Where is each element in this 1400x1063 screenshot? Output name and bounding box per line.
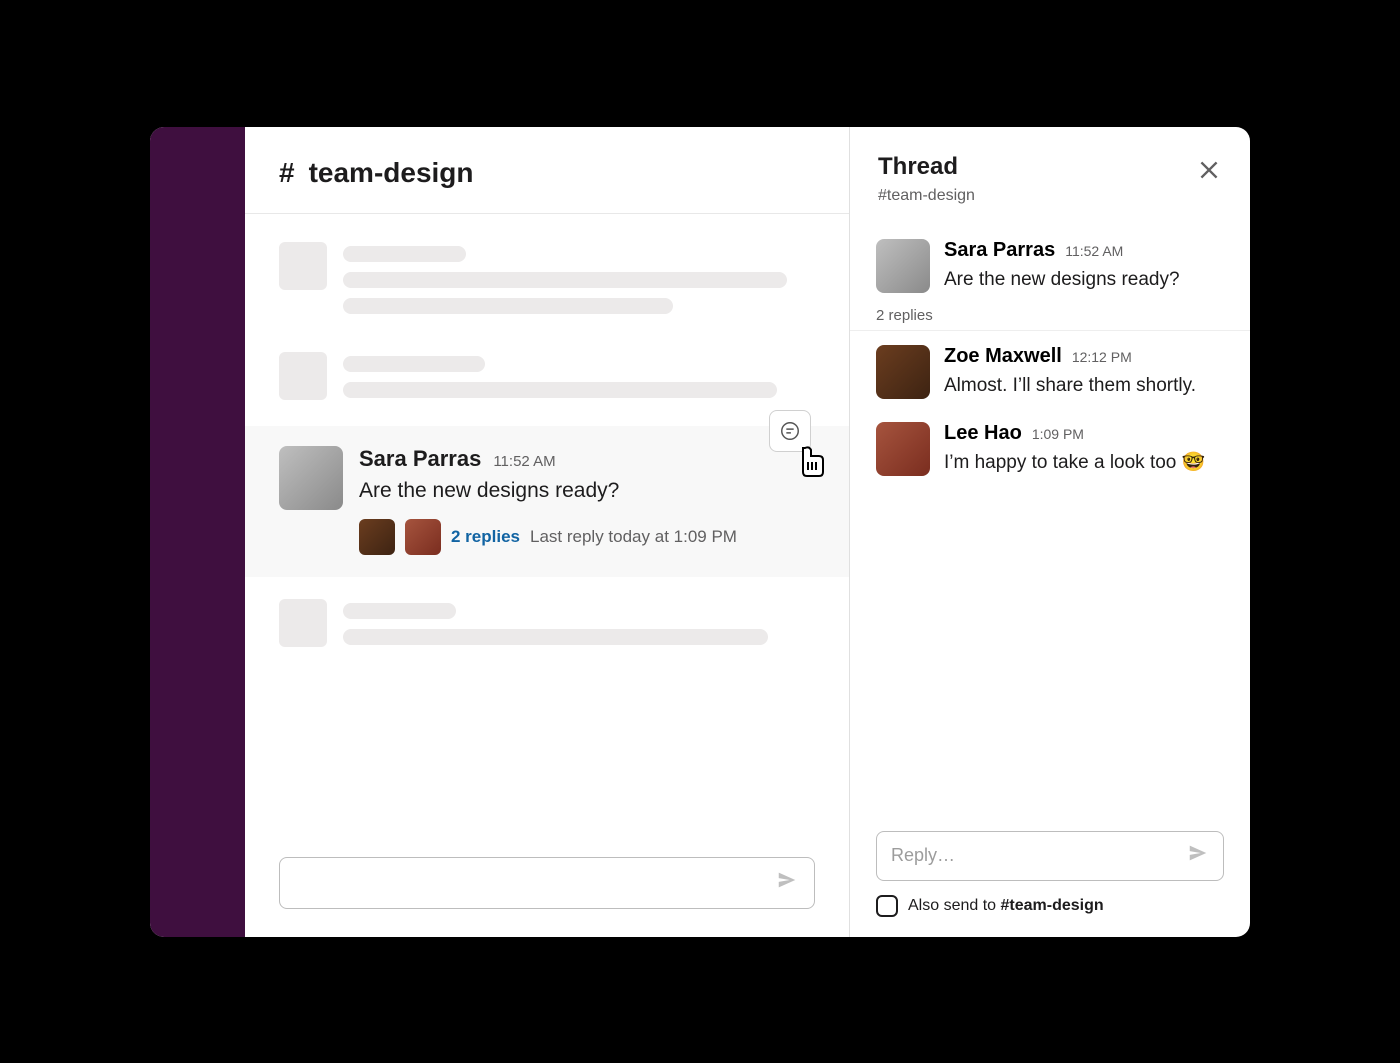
thread-header: Thread #team-design xyxy=(850,127,1250,219)
thread-channel-ref[interactable]: #team-design xyxy=(878,187,975,205)
app-window: # team-design xyxy=(150,127,1250,937)
workspace-sidebar xyxy=(150,127,245,937)
thread-message[interactable]: Lee Hao 1:09 PM I’m happy to take a look… xyxy=(850,408,1250,485)
replies-count-divider: 2 replies xyxy=(850,301,1250,331)
message-author[interactable]: Sara Parras xyxy=(359,446,481,472)
channel-column: # team-design xyxy=(245,127,850,937)
message-time: 11:52 AM xyxy=(493,453,555,470)
close-thread-button[interactable] xyxy=(1196,157,1222,183)
message-text: I’m happy to take a look too 🤓 xyxy=(944,449,1224,477)
channel-header: # team-design xyxy=(245,127,849,214)
message-author[interactable]: Sara Parras xyxy=(944,239,1055,262)
message-text: Are the new designs ready? xyxy=(944,266,1224,294)
also-send-row[interactable]: Also send to #team-design xyxy=(850,891,1250,937)
message-text: Are the new designs ready? xyxy=(359,476,815,505)
avatar[interactable] xyxy=(279,446,343,510)
channel-message[interactable]: Sara Parras 11:52 AM Are the new designs… xyxy=(245,426,849,577)
message-author[interactable]: Lee Hao xyxy=(944,422,1022,445)
also-send-label: Also send to #team-design xyxy=(908,897,1104,915)
thread-panel: Thread #team-design Sara Parras 11:52 AM… xyxy=(850,127,1250,937)
message-list: Sara Parras 11:52 AM Are the new designs… xyxy=(245,214,849,857)
last-reply-time: Last reply today at 1:09 PM xyxy=(530,527,737,547)
message-compose-box[interactable] xyxy=(279,857,815,909)
skeleton-message xyxy=(245,577,849,673)
avatar[interactable] xyxy=(876,422,930,476)
thread-message[interactable]: Sara Parras 11:52 AM Are the new designs… xyxy=(850,225,1250,302)
send-icon[interactable] xyxy=(776,869,798,896)
thread-summary[interactable]: 2 replies Last reply today at 1:09 PM xyxy=(359,519,815,555)
skeleton-message xyxy=(245,342,849,426)
pointer-cursor-icon xyxy=(791,442,831,486)
hash-icon: # xyxy=(279,157,295,189)
send-icon[interactable] xyxy=(1187,842,1209,869)
avatar[interactable] xyxy=(876,345,930,399)
thread-message[interactable]: Zoe Maxwell 12:12 PM Almost. I’ll share … xyxy=(850,331,1250,408)
thread-message-list: Sara Parras 11:52 AM Are the new designs… xyxy=(850,219,1250,817)
reply-count: 2 replies xyxy=(451,527,520,547)
avatar[interactable] xyxy=(876,239,930,293)
message-text: Almost. I’ll share them shortly. xyxy=(944,372,1224,400)
skeleton-message xyxy=(245,232,849,342)
message-author[interactable]: Zoe Maxwell xyxy=(944,345,1062,368)
thread-title: Thread xyxy=(878,153,975,181)
reply-avatar xyxy=(359,519,395,555)
message-time: 12:12 PM xyxy=(1072,349,1132,365)
reply-placeholder: Reply… xyxy=(891,845,955,866)
also-send-checkbox[interactable] xyxy=(876,895,898,917)
reply-avatar xyxy=(405,519,441,555)
thread-reply-box[interactable]: Reply… xyxy=(876,831,1224,881)
message-time: 11:52 AM xyxy=(1065,243,1123,259)
channel-name: team-design xyxy=(309,157,474,189)
message-time: 1:09 PM xyxy=(1032,426,1084,442)
